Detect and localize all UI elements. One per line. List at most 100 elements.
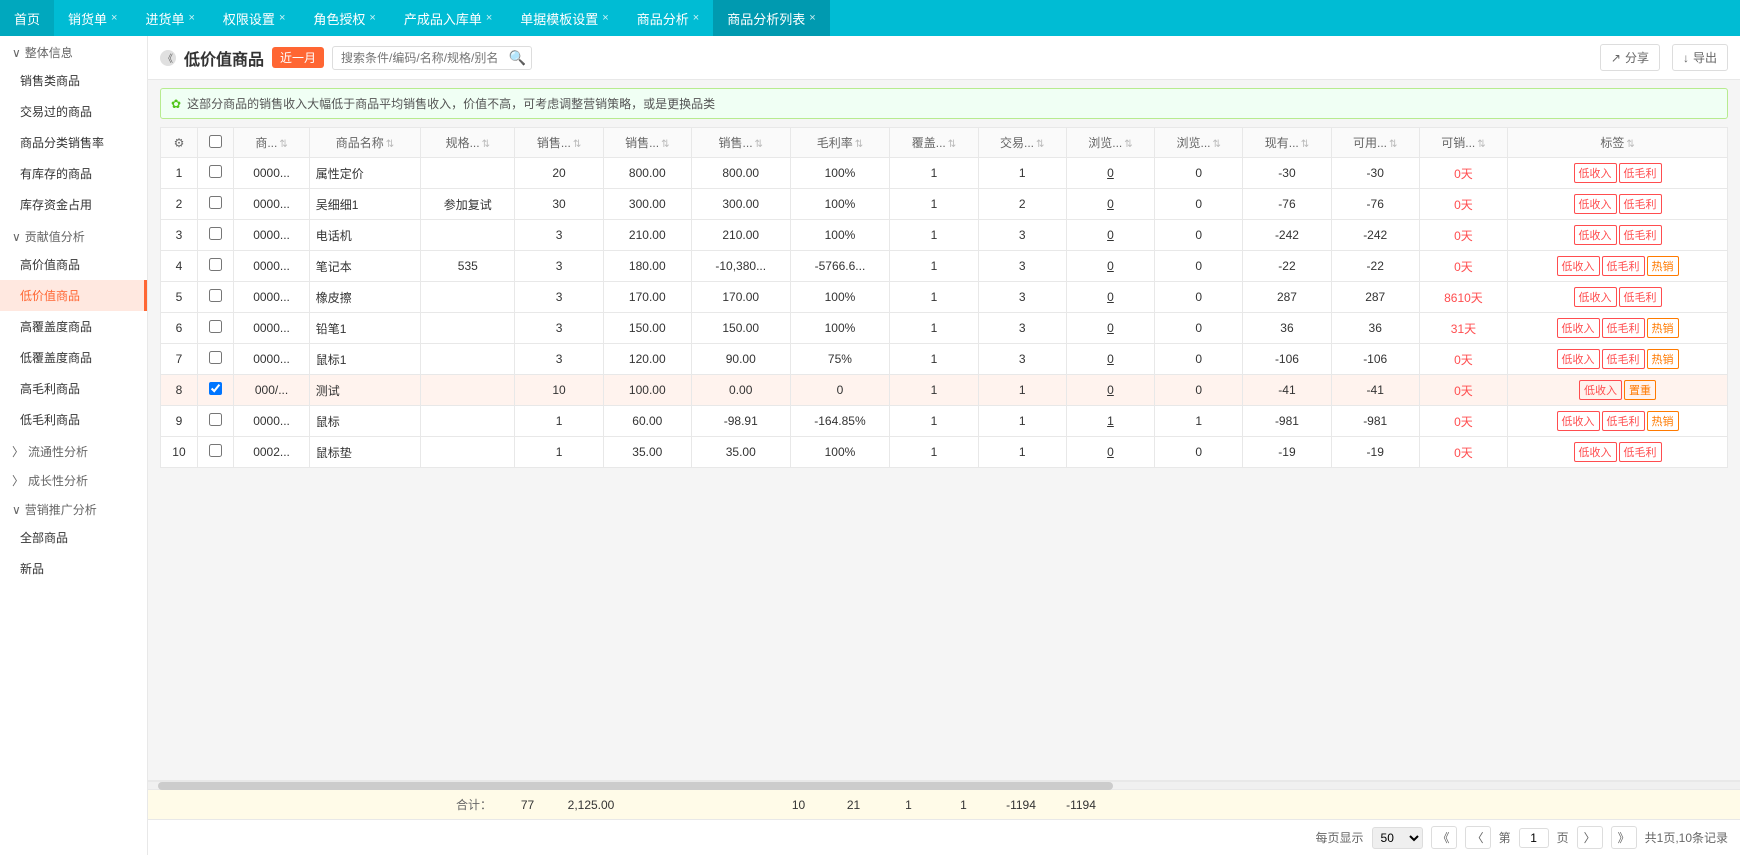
col-sales-price[interactable]: 销售...⇅ xyxy=(603,128,691,158)
col-spec[interactable]: 规格...⇅ xyxy=(421,128,515,158)
cell-checkbox[interactable] xyxy=(197,313,233,344)
sidebar-group-growth[interactable]: 〉 成长性分析 xyxy=(0,464,147,493)
sidebar-item-low-profit[interactable]: 低毛利商品 xyxy=(0,404,147,435)
col-tags[interactable]: 标签⇅ xyxy=(1508,128,1728,158)
col-code[interactable]: 商...⇅ xyxy=(234,128,310,158)
export-button[interactable]: ↓ 导出 xyxy=(1672,44,1728,71)
cell-checkbox[interactable] xyxy=(197,437,233,468)
close-icon[interactable]: × xyxy=(809,12,815,24)
close-icon[interactable]: × xyxy=(188,12,194,24)
prev-page-btn[interactable]: 〈 xyxy=(1465,826,1491,849)
row-checkbox[interactable] xyxy=(209,444,222,457)
col-name[interactable]: 商品名称⇅ xyxy=(309,128,420,158)
close-icon[interactable]: × xyxy=(693,12,699,24)
nav-product-analysis-list[interactable]: 商品分析列表 × xyxy=(713,0,829,36)
browse-link[interactable]: 0 xyxy=(1107,290,1114,304)
sidebar-group-contribution[interactable]: ∨ 贡献值分析 xyxy=(0,220,147,249)
cell-browse1[interactable]: 0 xyxy=(1066,437,1154,468)
sidebar-item-high-coverage[interactable]: 高覆盖度商品 xyxy=(0,311,147,342)
col-current-stock[interactable]: 现有...⇅ xyxy=(1243,128,1331,158)
last-page-btn[interactable]: 》 xyxy=(1611,826,1637,849)
cell-browse1[interactable]: 0 xyxy=(1066,220,1154,251)
close-icon[interactable]: × xyxy=(111,12,117,24)
cell-checkbox[interactable] xyxy=(197,251,233,282)
page-input[interactable] xyxy=(1519,828,1549,848)
sidebar-item-all-products[interactable]: 全部商品 xyxy=(0,522,147,553)
sidebar-item-low-value[interactable]: 低价值商品 xyxy=(0,280,147,311)
col-transactions[interactable]: 交易...⇅ xyxy=(978,128,1066,158)
col-browse2[interactable]: 浏览...⇅ xyxy=(1155,128,1243,158)
browse-link[interactable]: 0 xyxy=(1107,166,1114,180)
cell-checkbox[interactable] xyxy=(197,158,233,189)
time-tag-button[interactable]: 近一月 xyxy=(272,47,324,68)
browse-link[interactable]: 0 xyxy=(1107,445,1114,459)
sidebar-item-stock-capital[interactable]: 库存资金占用 xyxy=(0,189,147,220)
nav-permission[interactable]: 权限设置 × xyxy=(209,0,299,36)
col-saleable[interactable]: 可销...⇅ xyxy=(1419,128,1507,158)
nav-role-auth[interactable]: 角色授权 × xyxy=(299,0,389,36)
sidebar-item-traded-products[interactable]: 交易过的商品 xyxy=(0,96,147,127)
col-sales-gross[interactable]: 销售...⇅ xyxy=(691,128,790,158)
cell-checkbox[interactable] xyxy=(197,189,233,220)
col-available[interactable]: 可用...⇅ xyxy=(1331,128,1419,158)
browse-link[interactable]: 1 xyxy=(1107,414,1114,428)
browse-link[interactable]: 0 xyxy=(1107,259,1114,273)
cell-browse1[interactable]: 0 xyxy=(1066,313,1154,344)
cell-checkbox[interactable] xyxy=(197,220,233,251)
nav-product-analysis[interactable]: 商品分析 × xyxy=(623,0,713,36)
cell-checkbox[interactable] xyxy=(197,406,233,437)
col-settings[interactable]: ⚙ xyxy=(161,128,198,158)
scroll-bar[interactable] xyxy=(148,781,1740,789)
nav-template-settings[interactable]: 单据模板设置 × xyxy=(506,0,622,36)
cell-browse1[interactable]: 0 xyxy=(1066,344,1154,375)
first-page-btn[interactable]: 《 xyxy=(1431,826,1457,849)
sidebar-group-marketing[interactable]: ∨ 营销推广分析 xyxy=(0,493,147,522)
browse-link[interactable]: 0 xyxy=(1107,352,1114,366)
cell-browse1[interactable]: 0 xyxy=(1066,375,1154,406)
sidebar-item-high-profit[interactable]: 高毛利商品 xyxy=(0,373,147,404)
sidebar-item-new-products[interactable]: 新品 xyxy=(0,553,147,584)
row-checkbox[interactable] xyxy=(209,196,222,209)
sidebar-group-circulation[interactable]: 〉 流通性分析 xyxy=(0,435,147,464)
nav-home[interactable]: 首页 xyxy=(0,0,54,36)
row-checkbox[interactable] xyxy=(209,227,222,240)
close-icon[interactable]: × xyxy=(486,12,492,24)
cell-browse1[interactable]: 1 xyxy=(1066,406,1154,437)
cell-browse1[interactable]: 0 xyxy=(1066,282,1154,313)
sidebar-item-high-value[interactable]: 高价值商品 xyxy=(0,249,147,280)
search-input[interactable] xyxy=(332,46,532,70)
cell-browse1[interactable]: 0 xyxy=(1066,189,1154,220)
sidebar-item-category-sales-rate[interactable]: 商品分类销售率 xyxy=(0,127,147,158)
col-coverage[interactable]: 覆盖...⇅ xyxy=(890,128,978,158)
nav-purchase-order[interactable]: 进货单 × xyxy=(131,0,208,36)
row-checkbox[interactable] xyxy=(209,382,222,395)
scroll-thumb[interactable] xyxy=(158,782,1113,790)
sidebar-group-overall[interactable]: ∨ 整体信息 xyxy=(0,36,147,65)
search-icon[interactable]: 🔍 xyxy=(509,49,526,66)
cell-browse1[interactable]: 0 xyxy=(1066,158,1154,189)
sidebar-item-stock-products[interactable]: 有库存的商品 xyxy=(0,158,147,189)
close-icon[interactable]: × xyxy=(602,12,608,24)
row-checkbox[interactable] xyxy=(209,320,222,333)
browse-link[interactable]: 0 xyxy=(1107,197,1114,211)
browse-link[interactable]: 0 xyxy=(1107,383,1114,397)
browse-link[interactable]: 0 xyxy=(1107,321,1114,335)
sidebar-item-low-coverage[interactable]: 低覆盖度商品 xyxy=(0,342,147,373)
cell-checkbox[interactable] xyxy=(197,344,233,375)
col-checkbox[interactable] xyxy=(197,128,233,158)
share-button[interactable]: ↗ 分享 xyxy=(1600,44,1660,71)
nav-product-warehouse[interactable]: 产成品入库单 × xyxy=(390,0,506,36)
sidebar-item-sales-products[interactable]: 销售类商品 xyxy=(0,65,147,96)
col-sales-qty[interactable]: 销售...⇅ xyxy=(515,128,603,158)
row-checkbox[interactable] xyxy=(209,351,222,364)
cell-checkbox[interactable] xyxy=(197,375,233,406)
col-gross-rate[interactable]: 毛利率⇅ xyxy=(790,128,890,158)
page-size-select[interactable]: 50 100 xyxy=(1372,827,1423,849)
next-page-btn[interactable]: 〉 xyxy=(1577,826,1603,849)
col-browse1[interactable]: 浏览...⇅ xyxy=(1066,128,1154,158)
nav-sales-order[interactable]: 销货单 × xyxy=(54,0,131,36)
cell-checkbox[interactable] xyxy=(197,282,233,313)
cell-browse1[interactable]: 0 xyxy=(1066,251,1154,282)
row-checkbox[interactable] xyxy=(209,289,222,302)
select-all-checkbox[interactable] xyxy=(209,135,222,148)
